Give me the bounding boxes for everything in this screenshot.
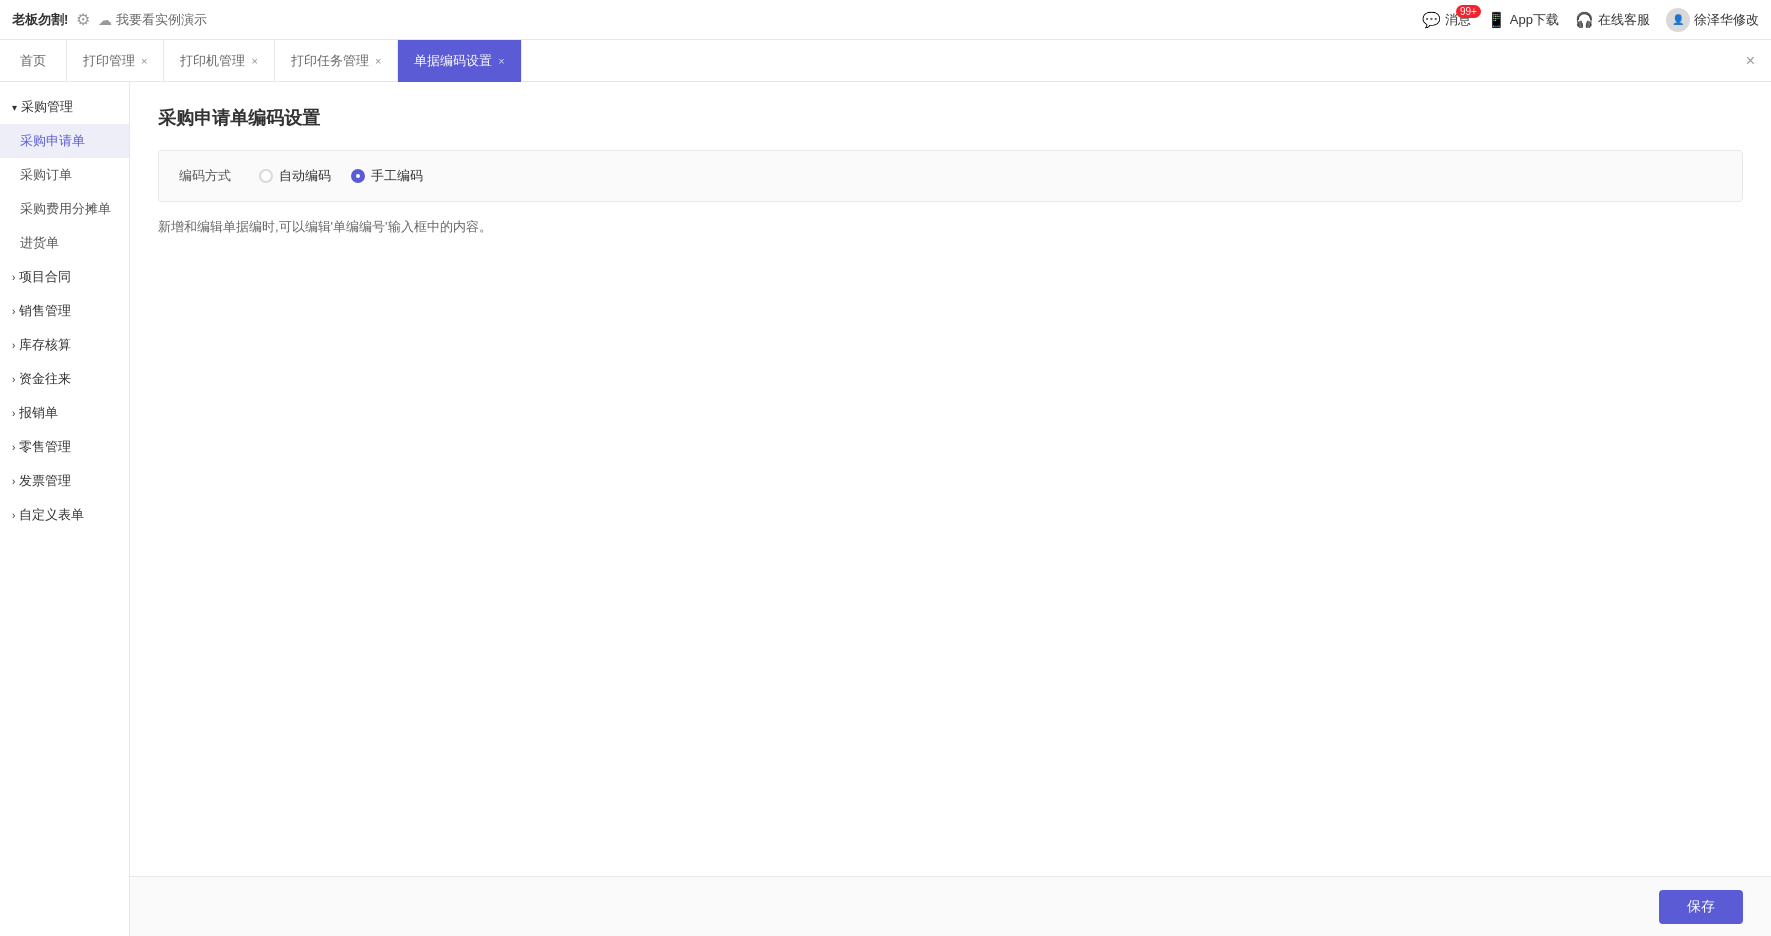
sidebar-group-sales-mgmt: › 销售管理: [0, 294, 129, 328]
radio-auto-code[interactable]: 自动编码: [259, 167, 331, 185]
radio-group: 自动编码 手工编码: [259, 167, 423, 185]
arrow-icon-4: ›: [12, 340, 15, 351]
tab-single-code-setting[interactable]: 单据编码设置 ×: [398, 40, 521, 82]
tab-print-task-mgmt[interactable]: 打印任务管理 ×: [275, 40, 398, 82]
page-title: 采购申请单编码设置: [158, 106, 1743, 130]
arrow-icon-9: ›: [12, 510, 15, 521]
save-button[interactable]: 保存: [1659, 890, 1743, 924]
top-bar-right: 💬 消息 99+ 📱 App下载 🎧 在线客服 👤 徐泽华修改: [1422, 8, 1759, 32]
sidebar-group-title-project-contract[interactable]: › 项目合同: [0, 260, 129, 294]
sidebar-group-title-retail-mgmt[interactable]: › 零售管理: [0, 430, 129, 464]
sidebar-group-title-invoice-mgmt[interactable]: › 发票管理: [0, 464, 129, 498]
tab-printer-mgmt[interactable]: 打印机管理 ×: [164, 40, 274, 82]
message-icon: 💬: [1422, 11, 1441, 29]
app-icon: 📱: [1487, 11, 1506, 29]
close-all-tabs[interactable]: ×: [1730, 52, 1771, 70]
settings-icon[interactable]: ⚙: [76, 10, 90, 29]
arrow-icon-5: ›: [12, 374, 15, 385]
top-bar: 老板勿割! ⚙ ☁ 我要看实例演示 💬 消息 99+ 📱 App下载 🎧 在线客…: [0, 0, 1771, 40]
info-text: 新增和编辑单据编时,可以编辑'单编编号'输入框中的内容。: [158, 218, 1743, 236]
sidebar-item-purchase-request[interactable]: 采购申请单: [0, 124, 129, 158]
close-tab-single-code-setting[interactable]: ×: [498, 55, 504, 67]
radio-circle-auto[interactable]: [259, 169, 273, 183]
close-tab-print-task-mgmt[interactable]: ×: [375, 55, 381, 67]
arrow-icon-7: ›: [12, 442, 15, 453]
sidebar-group-title-sales-mgmt[interactable]: › 销售管理: [0, 294, 129, 328]
radio-circle-manual[interactable]: [351, 169, 365, 183]
message-badge: 99+: [1456, 5, 1481, 18]
top-bar-left: 老板勿割! ⚙ ☁ 我要看实例演示: [12, 10, 207, 29]
code-method-label: 编码方式: [179, 167, 239, 185]
sidebar-group-title-inventory-settle[interactable]: › 库存核算: [0, 328, 129, 362]
radio-manual-code[interactable]: 手工编码: [351, 167, 423, 185]
message-button[interactable]: 💬 消息 99+: [1422, 11, 1471, 29]
arrow-icon-8: ›: [12, 476, 15, 487]
sidebar-group-fund-flow: › 资金往来: [0, 362, 129, 396]
code-method-row: 编码方式 自动编码 手工编码: [179, 167, 1722, 185]
content-footer: 保存: [130, 876, 1771, 936]
sidebar: ▾ 采购管理 采购申请单 采购订单 采购费用分摊单 进货单 › 项目合同: [0, 82, 130, 936]
sidebar-item-purchase-fee-split[interactable]: 采购费用分摊单: [0, 192, 129, 226]
code-setting-section: 编码方式 自动编码 手工编码: [158, 150, 1743, 202]
arrow-icon-6: ›: [12, 408, 15, 419]
tab-home[interactable]: 首页: [0, 40, 67, 82]
sidebar-group-invoice-mgmt: › 发票管理: [0, 464, 129, 498]
sidebar-group-purchase-mgmt: ▾ 采购管理 采购申请单 采购订单 采购费用分摊单 进货单: [0, 90, 129, 260]
avatar: 👤: [1666, 8, 1690, 32]
sidebar-group-project-contract: › 项目合同: [0, 260, 129, 294]
sidebar-group-retail-mgmt: › 零售管理: [0, 430, 129, 464]
sidebar-group-title-returns[interactable]: › 报销单: [0, 396, 129, 430]
tab-print-mgmt[interactable]: 打印管理 ×: [67, 40, 164, 82]
sidebar-group-returns: › 报销单: [0, 396, 129, 430]
close-tab-printer-mgmt[interactable]: ×: [251, 55, 257, 67]
arrow-icon-2: ›: [12, 272, 15, 283]
sidebar-item-purchase-order[interactable]: 采购订单: [0, 158, 129, 192]
app-download-button[interactable]: 📱 App下载: [1487, 11, 1559, 29]
online-service-button[interactable]: 🎧 在线客服: [1575, 11, 1650, 29]
sidebar-group-title-fund-flow[interactable]: › 资金往来: [0, 362, 129, 396]
demo-link[interactable]: ☁ 我要看实例演示: [98, 11, 207, 29]
sidebar-item-goods-receipt[interactable]: 进货单: [0, 226, 129, 260]
sidebar-group-title-purchase-mgmt[interactable]: ▾ 采购管理: [0, 90, 129, 124]
sidebar-group-inventory-settle: › 库存核算: [0, 328, 129, 362]
tab-bar: 首页 打印管理 × 打印机管理 × 打印任务管理 × 单据编码设置 × ×: [0, 40, 1771, 82]
close-tab-print-mgmt[interactable]: ×: [141, 55, 147, 67]
content-main: 采购申请单编码设置 编码方式 自动编码 手工编码: [130, 82, 1771, 876]
content-area: 采购申请单编码设置 编码方式 自动编码 手工编码: [130, 82, 1771, 936]
logo-text: 老板勿割!: [12, 11, 68, 29]
sidebar-group-title-custom-forms[interactable]: › 自定义表单: [0, 498, 129, 532]
user-profile[interactable]: 👤 徐泽华修改: [1666, 8, 1759, 32]
arrow-icon-3: ›: [12, 306, 15, 317]
main-layout: ▾ 采购管理 采购申请单 采购订单 采购费用分摊单 进货单 › 项目合同: [0, 82, 1771, 936]
sidebar-group-custom-forms: › 自定义表单: [0, 498, 129, 532]
arrow-icon: ▾: [12, 102, 17, 113]
service-icon: 🎧: [1575, 11, 1594, 29]
